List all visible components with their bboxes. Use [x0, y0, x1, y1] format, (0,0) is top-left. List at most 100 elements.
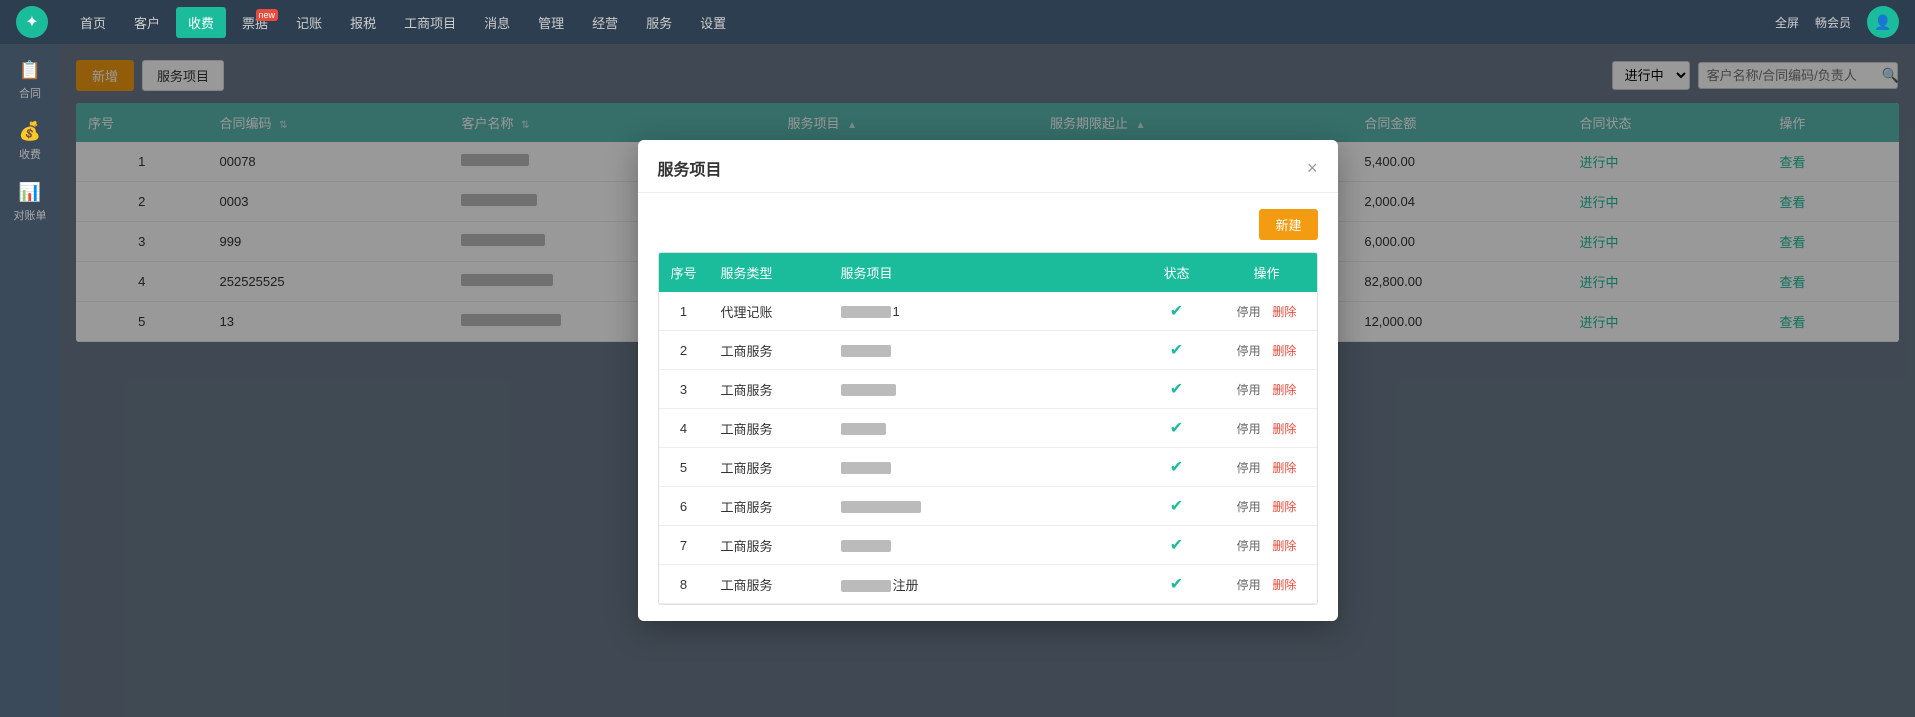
delete-button[interactable]: 删除	[1272, 498, 1296, 515]
sidebar-label-reconciliation: 对账单	[14, 207, 47, 223]
modal-cell-item	[829, 448, 1137, 487]
modal-close-button[interactable]: ×	[1307, 159, 1318, 177]
sidebar: 📋 合同 💰 收费 📊 对账单	[0, 44, 60, 717]
modal-cell-type: 代理记账	[709, 292, 829, 331]
delete-button[interactable]: 删除	[1272, 420, 1296, 437]
modal-table-row: 6 工商服务 ✔ 停用 删除	[659, 487, 1317, 526]
modal-cell-type: 工商服务	[709, 565, 829, 604]
nav-bookkeeping[interactable]: 记账	[284, 7, 334, 38]
modal-col-no: 序号	[659, 253, 709, 292]
modal-table-row: 8 工商服务 注册 ✔ 停用 删除	[659, 565, 1317, 604]
modal-cell-type: 工商服务	[709, 331, 829, 370]
modal-title: 服务项目	[658, 156, 722, 180]
modal-col-item: 服务项目	[829, 253, 1137, 292]
modal-cell-item	[829, 331, 1137, 370]
delete-button[interactable]: 删除	[1272, 381, 1296, 398]
modal-cell-item	[829, 526, 1137, 565]
member-label[interactable]: 畅会员	[1815, 14, 1851, 31]
modal-table-row: 3 工商服务 ✔ 停用 删除	[659, 370, 1317, 409]
modal-cell-no: 6	[659, 487, 709, 526]
delete-button[interactable]: 删除	[1272, 303, 1296, 320]
avatar[interactable]: 👤	[1867, 6, 1899, 38]
modal-col-action: 操作	[1217, 253, 1317, 292]
disable-button[interactable]: 停用	[1237, 498, 1261, 515]
nav-home[interactable]: 首页	[68, 7, 118, 38]
logo: ✦	[16, 6, 48, 38]
delete-button[interactable]: 删除	[1272, 459, 1296, 476]
modal-cell-action[interactable]: 停用 删除	[1217, 565, 1317, 604]
modal-cell-no: 1	[659, 292, 709, 331]
modal-cell-action[interactable]: 停用 删除	[1217, 292, 1317, 331]
sidebar-label-fee: 收费	[19, 146, 41, 162]
service-items-modal: 服务项目 × 新建 序号 服务类型 服务项目	[638, 140, 1338, 621]
reconciliation-icon: 📊	[19, 182, 41, 203]
modal-cell-no: 8	[659, 565, 709, 604]
nav-business[interactable]: 工商项目	[392, 7, 468, 38]
modal-cell-status: ✔	[1137, 409, 1217, 448]
modal-table-row: 4 工商服务 ✔ 停用 删除	[659, 409, 1317, 448]
modal-cell-action[interactable]: 停用 删除	[1217, 409, 1317, 448]
modal-col-type: 服务类型	[709, 253, 829, 292]
sidebar-item-fee[interactable]: 💰 收费	[3, 113, 57, 170]
modal-col-status: 状态	[1137, 253, 1217, 292]
nav-tax[interactable]: 报税	[338, 7, 388, 38]
nav-manage[interactable]: 管理	[526, 7, 576, 38]
sidebar-item-contract[interactable]: 📋 合同	[3, 52, 57, 109]
modal-cell-status: ✔	[1137, 487, 1217, 526]
new-service-button[interactable]: 新建	[1259, 209, 1317, 240]
new-badge: new	[256, 9, 279, 21]
modal-cell-status: ✔	[1137, 448, 1217, 487]
delete-button[interactable]: 删除	[1272, 537, 1296, 554]
disable-button[interactable]: 停用	[1237, 459, 1261, 476]
top-nav: ✦ 首页 客户 收费 票据 new 记账 报税 工商项目 消息 管理 经营 服务…	[0, 0, 1915, 44]
modal-cell-action[interactable]: 停用 删除	[1217, 370, 1317, 409]
modal-scroll-wrapper[interactable]: 序号 服务类型 服务项目 状态 操作 1 代理记账 1 ✔ 停用	[658, 252, 1318, 605]
modal-cell-type: 工商服务	[709, 409, 829, 448]
modal-cell-type: 工商服务	[709, 487, 829, 526]
modal-cell-item	[829, 409, 1137, 448]
fullscreen-label[interactable]: 全屏	[1775, 14, 1799, 31]
main-layout: 📋 合同 💰 收费 📊 对账单 新增 服务项目 进行中 已完成 已终止 �	[0, 44, 1915, 717]
disable-button[interactable]: 停用	[1237, 381, 1261, 398]
modal-cell-item	[829, 370, 1137, 409]
modal-cell-type: 工商服务	[709, 526, 829, 565]
delete-button[interactable]: 删除	[1272, 342, 1296, 359]
nav-operation[interactable]: 经营	[580, 7, 630, 38]
nav-fee[interactable]: 收费	[176, 7, 226, 38]
nav-settings[interactable]: 设置	[688, 7, 738, 38]
disable-button[interactable]: 停用	[1237, 342, 1261, 359]
nav-service[interactable]: 服务	[634, 7, 684, 38]
nav-message[interactable]: 消息	[472, 7, 522, 38]
disable-button[interactable]: 停用	[1237, 303, 1261, 320]
delete-button[interactable]: 删除	[1272, 576, 1296, 593]
modal-cell-status: ✔	[1137, 292, 1217, 331]
disable-button[interactable]: 停用	[1237, 537, 1261, 554]
modal-cell-no: 7	[659, 526, 709, 565]
contract-icon: 📋	[19, 60, 41, 81]
modal-cell-status: ✔	[1137, 565, 1217, 604]
modal-cell-no: 5	[659, 448, 709, 487]
nav-client[interactable]: 客户	[122, 7, 172, 38]
modal-cell-status: ✔	[1137, 370, 1217, 409]
modal-cell-action[interactable]: 停用 删除	[1217, 526, 1317, 565]
disable-button[interactable]: 停用	[1237, 420, 1261, 437]
modal-header: 服务项目 ×	[638, 140, 1338, 193]
modal-cell-status: ✔	[1137, 331, 1217, 370]
modal-cell-action[interactable]: 停用 删除	[1217, 331, 1317, 370]
modal-cell-item: 1	[829, 292, 1137, 331]
modal-cell-item: 注册	[829, 565, 1137, 604]
sidebar-label-contract: 合同	[19, 85, 41, 101]
modal-cell-type: 工商服务	[709, 370, 829, 409]
modal-table-row: 7 工商服务 ✔ 停用 删除	[659, 526, 1317, 565]
nav-bill[interactable]: 票据 new	[230, 7, 280, 38]
service-items-table: 序号 服务类型 服务项目 状态 操作 1 代理记账 1 ✔ 停用	[659, 253, 1317, 604]
disable-button[interactable]: 停用	[1237, 576, 1261, 593]
modal-cell-action[interactable]: 停用 删除	[1217, 487, 1317, 526]
modal-cell-no: 4	[659, 409, 709, 448]
modal-cell-action[interactable]: 停用 删除	[1217, 448, 1317, 487]
sidebar-item-reconciliation[interactable]: 📊 对账单	[3, 174, 57, 231]
modal-cell-item	[829, 487, 1137, 526]
modal-table-row: 2 工商服务 ✔ 停用 删除	[659, 331, 1317, 370]
modal-cell-no: 3	[659, 370, 709, 409]
modal-body: 新建 序号 服务类型 服务项目 状态 操作	[638, 193, 1338, 621]
